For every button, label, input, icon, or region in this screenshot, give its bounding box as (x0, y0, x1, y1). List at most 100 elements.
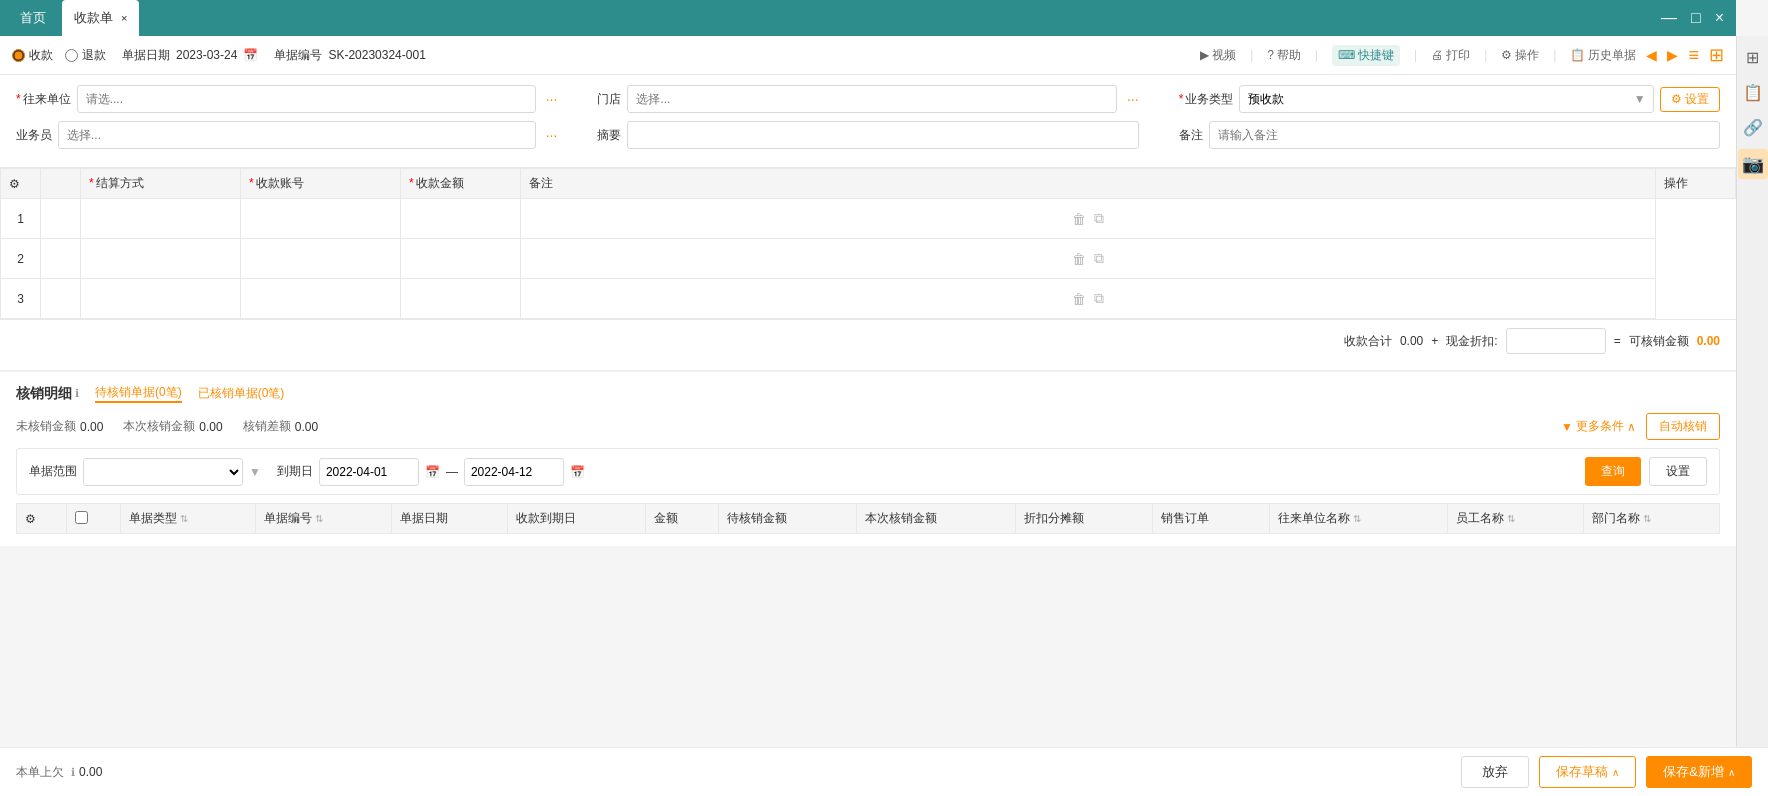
remarks-input[interactable] (1209, 121, 1720, 149)
grid-button[interactable]: ⊞ (1709, 44, 1724, 66)
row-2-delete-icon[interactable]: 🗑 (1072, 251, 1086, 267)
total-label: 收款合计 (1344, 333, 1392, 350)
stat-diff-label: 核销差额 (243, 418, 291, 435)
settings-button[interactable]: ⚙ 设置 (1660, 87, 1720, 112)
row-2-account-input[interactable] (81, 239, 240, 278)
date-value: 2023-03-24 (176, 48, 237, 62)
calendar-icon[interactable]: 📅 (243, 48, 258, 62)
store-more-icon[interactable]: ··· (1127, 91, 1139, 107)
more-filter-label: 更多条件 (1576, 418, 1624, 435)
plus-sign: + (1431, 334, 1438, 348)
table-header-row: ⚙ *结算方式 *收款账号 *收款金额 备注 操作 (1, 169, 1736, 199)
bth-check[interactable] (67, 504, 121, 534)
right-sidebar: ⊞ 📋 🔗 📷 (1736, 36, 1768, 596)
shortcut-link[interactable]: ⌨ 快捷键 (1332, 45, 1400, 66)
row-3-amount-input[interactable] (241, 279, 400, 318)
row-3-copy-icon[interactable]: ⧉ (1094, 290, 1104, 307)
row-1-delete-icon[interactable]: 🗑 (1072, 211, 1086, 227)
net-value: 0.00 (1697, 334, 1720, 348)
window-close-button[interactable]: × (1711, 7, 1728, 29)
bth-amount: 金额 (645, 504, 718, 534)
video-link[interactable]: ▶ 视频 (1200, 47, 1236, 64)
due-date-label: 到期日 (277, 463, 313, 480)
row-2-settle-input[interactable] (41, 239, 80, 278)
row-2-amount-input[interactable] (241, 239, 400, 278)
row-3-num: 3 (1, 279, 41, 319)
sidebar-link-icon[interactable]: 🔗 (1739, 114, 1767, 141)
maximize-button[interactable]: □ (1687, 7, 1705, 29)
bth-settings[interactable]: ⚙ (17, 504, 67, 534)
nav-tab-receipt[interactable]: 收款单 × (62, 0, 139, 36)
salesman-label: 业务员 (16, 127, 52, 144)
verify-tab-pending[interactable]: 待核销单据(0笔) (95, 384, 182, 403)
help-link[interactable]: ? 帮助 (1267, 47, 1301, 64)
filter-settings-button[interactable]: 设置 (1649, 457, 1707, 486)
row-2-copy-icon[interactable]: ⧉ (1094, 250, 1104, 267)
dept-sort-icon: ⇅ (1643, 513, 1651, 524)
row-3-delete-icon[interactable]: 🗑 (1072, 291, 1086, 307)
list-button[interactable]: ≡ (1688, 45, 1699, 66)
bottom-table-wrapper: ⚙ 单据类型 ⇅ 单据编号 ⇅ (16, 503, 1720, 534)
bth-date: 单据日期 (392, 504, 508, 534)
prev-button[interactable]: ◀ (1646, 47, 1657, 63)
shortcut-label: 快捷键 (1358, 47, 1394, 64)
minimize-button[interactable]: — (1657, 7, 1681, 29)
date-separator: — (446, 465, 458, 479)
auto-verify-button[interactable]: 自动核销 (1646, 413, 1720, 440)
history-link[interactable]: 📋 历史单据 (1570, 47, 1636, 64)
row-1-copy-icon[interactable]: ⧉ (1094, 210, 1104, 227)
bth-dept: 部门名称 ⇅ (1584, 504, 1720, 534)
row-2-remark-input[interactable] (401, 239, 520, 278)
counterparty-input[interactable] (77, 85, 536, 113)
table-row: 1 🗑 ⧉ (1, 199, 1736, 239)
salesman-field: 业务员 ··· (16, 121, 557, 149)
query-button[interactable]: 查询 (1585, 457, 1641, 486)
operation-link[interactable]: ⚙ 操作 (1501, 47, 1539, 64)
more-filter-btn[interactable]: ▼ 更多条件 ∧ (1561, 418, 1636, 435)
select-all-checkbox[interactable] (75, 511, 88, 524)
calendar-to-icon[interactable]: 📅 (570, 465, 585, 479)
salesman-input[interactable] (58, 121, 536, 149)
range-select[interactable] (83, 458, 243, 486)
sidebar-doc-icon[interactable]: 📋 (1739, 79, 1767, 106)
radio-shoukuan[interactable]: 收款 (12, 47, 53, 64)
row-1-settle-input[interactable] (41, 199, 80, 238)
salesman-more-icon[interactable]: ··· (546, 127, 558, 143)
sidebar-camera-icon[interactable]: 📷 (1738, 149, 1768, 179)
toolbar: 收款 退款 单据日期 2023-03-24 📅 单据编号 SK-20230324… (0, 36, 1736, 75)
top-nav: 首页 收款单 × — □ × (0, 0, 1736, 36)
row-1-account-input[interactable] (81, 199, 240, 238)
close-tab-icon[interactable]: × (121, 12, 127, 24)
store-input[interactable] (627, 85, 1117, 113)
row-3-account-input[interactable] (81, 279, 240, 318)
discount-input[interactable] (1506, 328, 1606, 354)
row-3-settle-input[interactable] (41, 279, 80, 318)
verify-info-icon[interactable]: ℹ (75, 387, 79, 400)
radio-tuikuan-input[interactable] (65, 49, 78, 62)
calendar-from-icon[interactable]: 📅 (425, 465, 440, 479)
table-row: 3 🗑 ⧉ (1, 279, 1736, 319)
due-date-to-input[interactable] (464, 458, 564, 486)
row-1-amount-input[interactable] (241, 199, 400, 238)
summary-input[interactable] (627, 121, 1138, 149)
print-link[interactable]: 🖨 打印 (1431, 47, 1470, 64)
row-3-remark-cell (401, 279, 521, 319)
due-date-from-input[interactable] (319, 458, 419, 486)
summary-row: 收款合计 0.00 + 现金折扣: = 可核销金额 0.00 (0, 319, 1736, 362)
verify-header-row: 核销明细 ℹ 待核销单据(0笔) 已核销单据(0笔) (16, 384, 1720, 403)
equal-sign: = (1614, 334, 1621, 348)
radio-tuikuan[interactable]: 退款 (65, 47, 106, 64)
row-3-remark-input[interactable] (401, 279, 520, 318)
radio-shoukuan-input[interactable] (12, 49, 25, 62)
remarks-label: 备注 (1179, 127, 1203, 144)
th-settings[interactable]: ⚙ (1, 169, 41, 199)
verify-tab-done[interactable]: 已核销单据(0笔) (198, 385, 285, 402)
sidebar-table-icon[interactable]: ⊞ (1742, 44, 1763, 71)
counterparty-more-icon[interactable]: ··· (546, 91, 558, 107)
next-button[interactable]: ▶ (1667, 47, 1678, 63)
row-1-remark-input[interactable] (401, 199, 520, 238)
biz-type-select[interactable]: 预收款 (1239, 85, 1653, 113)
history-icon: 📋 (1570, 48, 1585, 62)
nav-tab-home[interactable]: 首页 (8, 0, 58, 36)
bottom-table: ⚙ 单据类型 ⇅ 单据编号 ⇅ (16, 503, 1720, 534)
